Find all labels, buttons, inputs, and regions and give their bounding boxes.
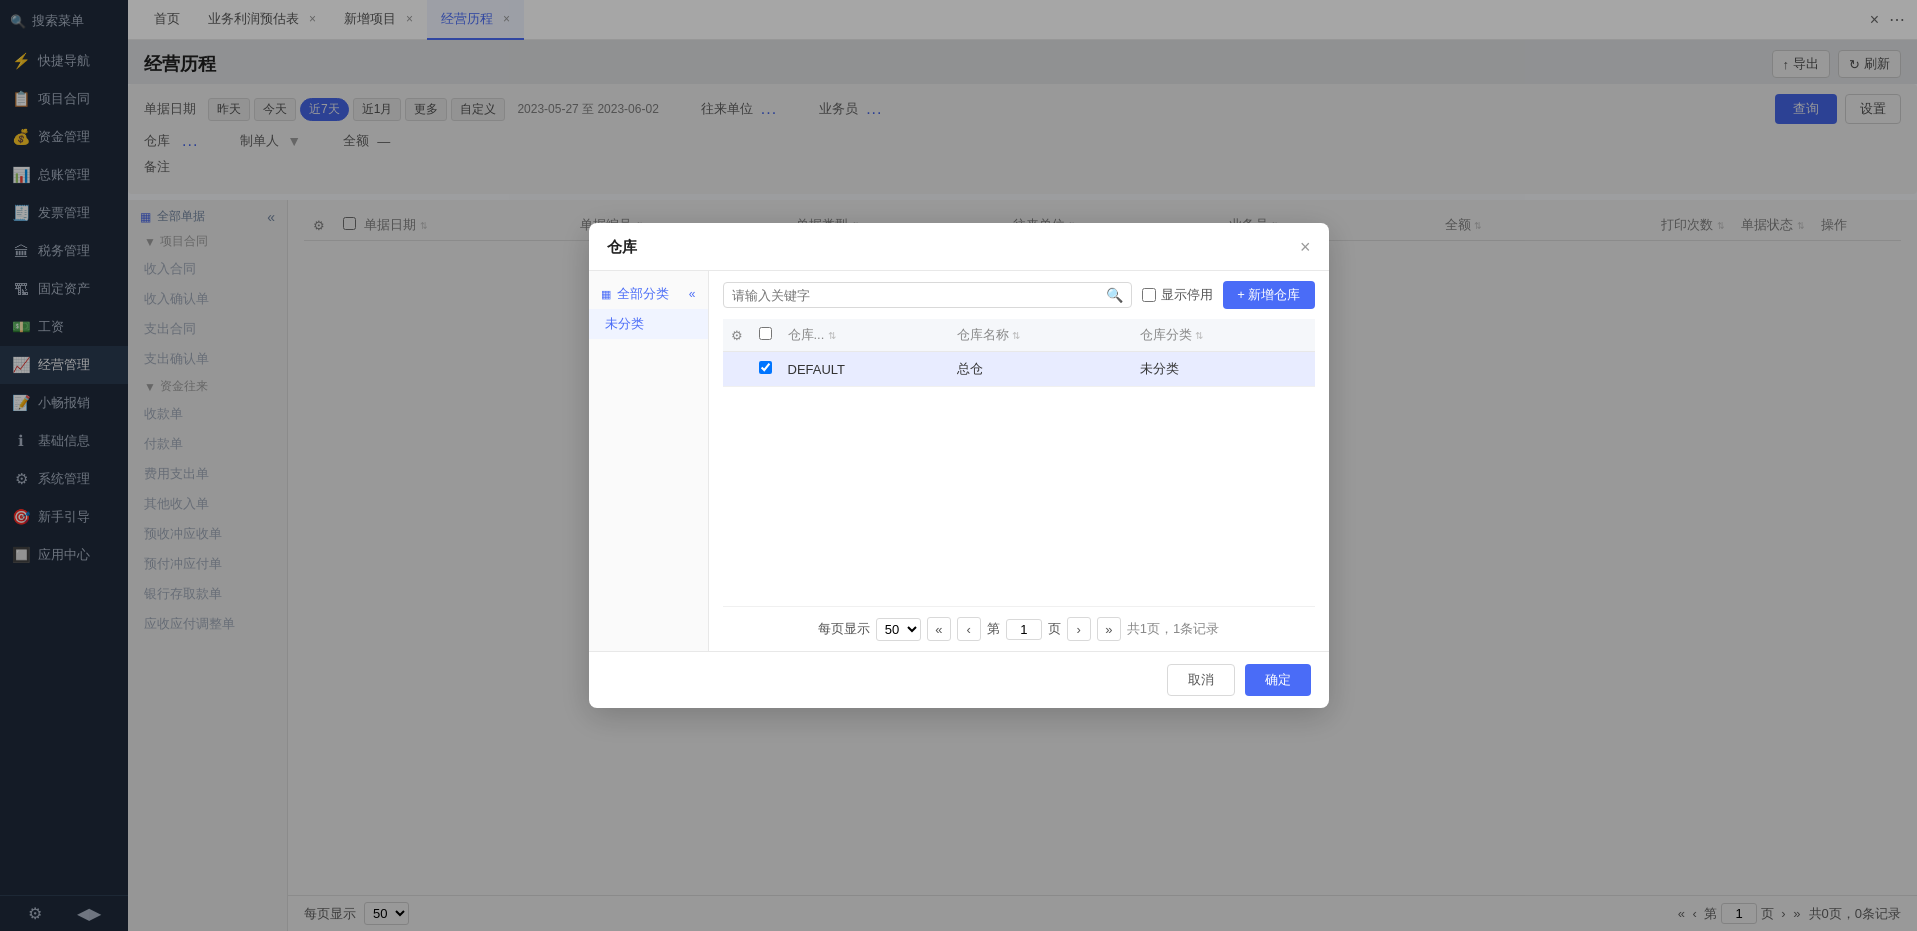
modal-page-size-label: 每页显示 xyxy=(818,620,870,638)
modal-th-name: 仓库名称 ⇅ xyxy=(949,319,1132,352)
row-code: DEFAULT xyxy=(780,352,949,387)
all-categories-header[interactable]: ▦ 全部分类 « xyxy=(589,279,708,309)
modal-table-body: DEFAULT 总仓 未分类 xyxy=(723,352,1315,387)
add-warehouse-button[interactable]: + 新增仓库 xyxy=(1223,281,1314,309)
modal-next-page[interactable]: › xyxy=(1067,617,1091,641)
modal-table-head: ⚙ 仓库... ⇅ 仓库名称 ⇅ xyxy=(723,319,1315,352)
modal-first-page[interactable]: « xyxy=(927,617,951,641)
category-uncategorized[interactable]: 未分类 xyxy=(589,309,708,339)
row-checkbox[interactable] xyxy=(759,361,772,374)
modal-footer: 取消 确定 xyxy=(589,651,1329,708)
modal-prev-page[interactable]: ‹ xyxy=(957,617,981,641)
warehouse-modal: 仓库 × ▦ 全部分类 « 未分类 xyxy=(589,223,1329,708)
modal-categories: ▦ 全部分类 « 未分类 xyxy=(589,271,709,651)
modal-search-input[interactable] xyxy=(732,288,1101,303)
modal-table-panel: 🔍 显示停用 + 新增仓库 xyxy=(709,271,1329,651)
modal-page-input[interactable] xyxy=(1006,619,1042,640)
modal-th-category: 仓库分类 ⇅ xyxy=(1132,319,1315,352)
modal-pagination: 每页显示 50 « ‹ 第 页 › » 共1页，1条记录 xyxy=(723,606,1315,651)
modal-table-header-row: ⚙ 仓库... ⇅ 仓库名称 ⇅ xyxy=(723,319,1315,352)
modal-table-container: ⚙ 仓库... ⇅ 仓库名称 ⇅ xyxy=(723,319,1315,598)
modal-last-page[interactable]: » xyxy=(1097,617,1121,641)
categories-collapse-icon[interactable]: « xyxy=(689,287,696,301)
modal-overlay: 仓库 × ▦ 全部分类 « 未分类 xyxy=(128,0,1917,931)
modal-th-code: 仓库... ⇅ xyxy=(780,319,949,352)
modal-select-all[interactable] xyxy=(759,327,772,340)
row-check[interactable] xyxy=(751,352,780,387)
add-warehouse-label: + 新增仓库 xyxy=(1237,286,1300,304)
show-disabled-checkbox[interactable] xyxy=(1142,288,1156,302)
modal-close-button[interactable]: × xyxy=(1300,237,1311,258)
row-name: 总仓 xyxy=(949,352,1132,387)
modal-title: 仓库 xyxy=(607,238,1300,257)
modal-search-box[interactable]: 🔍 xyxy=(723,282,1133,308)
show-disabled-toggle: 显示停用 xyxy=(1142,286,1213,304)
modal-warehouse-table: ⚙ 仓库... ⇅ 仓库名称 ⇅ xyxy=(723,319,1315,387)
all-categories-label: 全部分类 xyxy=(617,285,669,303)
modal-search-icon: 🔍 xyxy=(1106,287,1123,303)
cancel-button[interactable]: 取消 xyxy=(1167,664,1235,696)
modal-page-size-select[interactable]: 50 xyxy=(876,618,921,641)
show-disabled-label: 显示停用 xyxy=(1161,286,1213,304)
row-category: 未分类 xyxy=(1132,352,1315,387)
modal-header: 仓库 × xyxy=(589,223,1329,271)
modal-th-setting[interactable]: ⚙ xyxy=(723,319,751,352)
modal-th-check xyxy=(751,319,780,352)
modal-toolbar: 🔍 显示停用 + 新增仓库 xyxy=(723,281,1315,309)
modal-total-info: 共1页，1条记录 xyxy=(1127,620,1219,638)
row-setting[interactable] xyxy=(723,352,751,387)
table-row[interactable]: DEFAULT 总仓 未分类 xyxy=(723,352,1315,387)
all-categories-icon: ▦ xyxy=(601,288,611,301)
confirm-button[interactable]: 确定 xyxy=(1245,664,1311,696)
modal-body: ▦ 全部分类 « 未分类 🔍 xyxy=(589,271,1329,651)
modal-page-unit: 页 xyxy=(1048,620,1061,638)
main-area: 首页 业务利润预估表 × 新增项目 × 经营历程 × × ⋯ 经营历程 ↑ 导出 xyxy=(128,0,1917,931)
modal-page-label: 第 xyxy=(987,620,1000,638)
